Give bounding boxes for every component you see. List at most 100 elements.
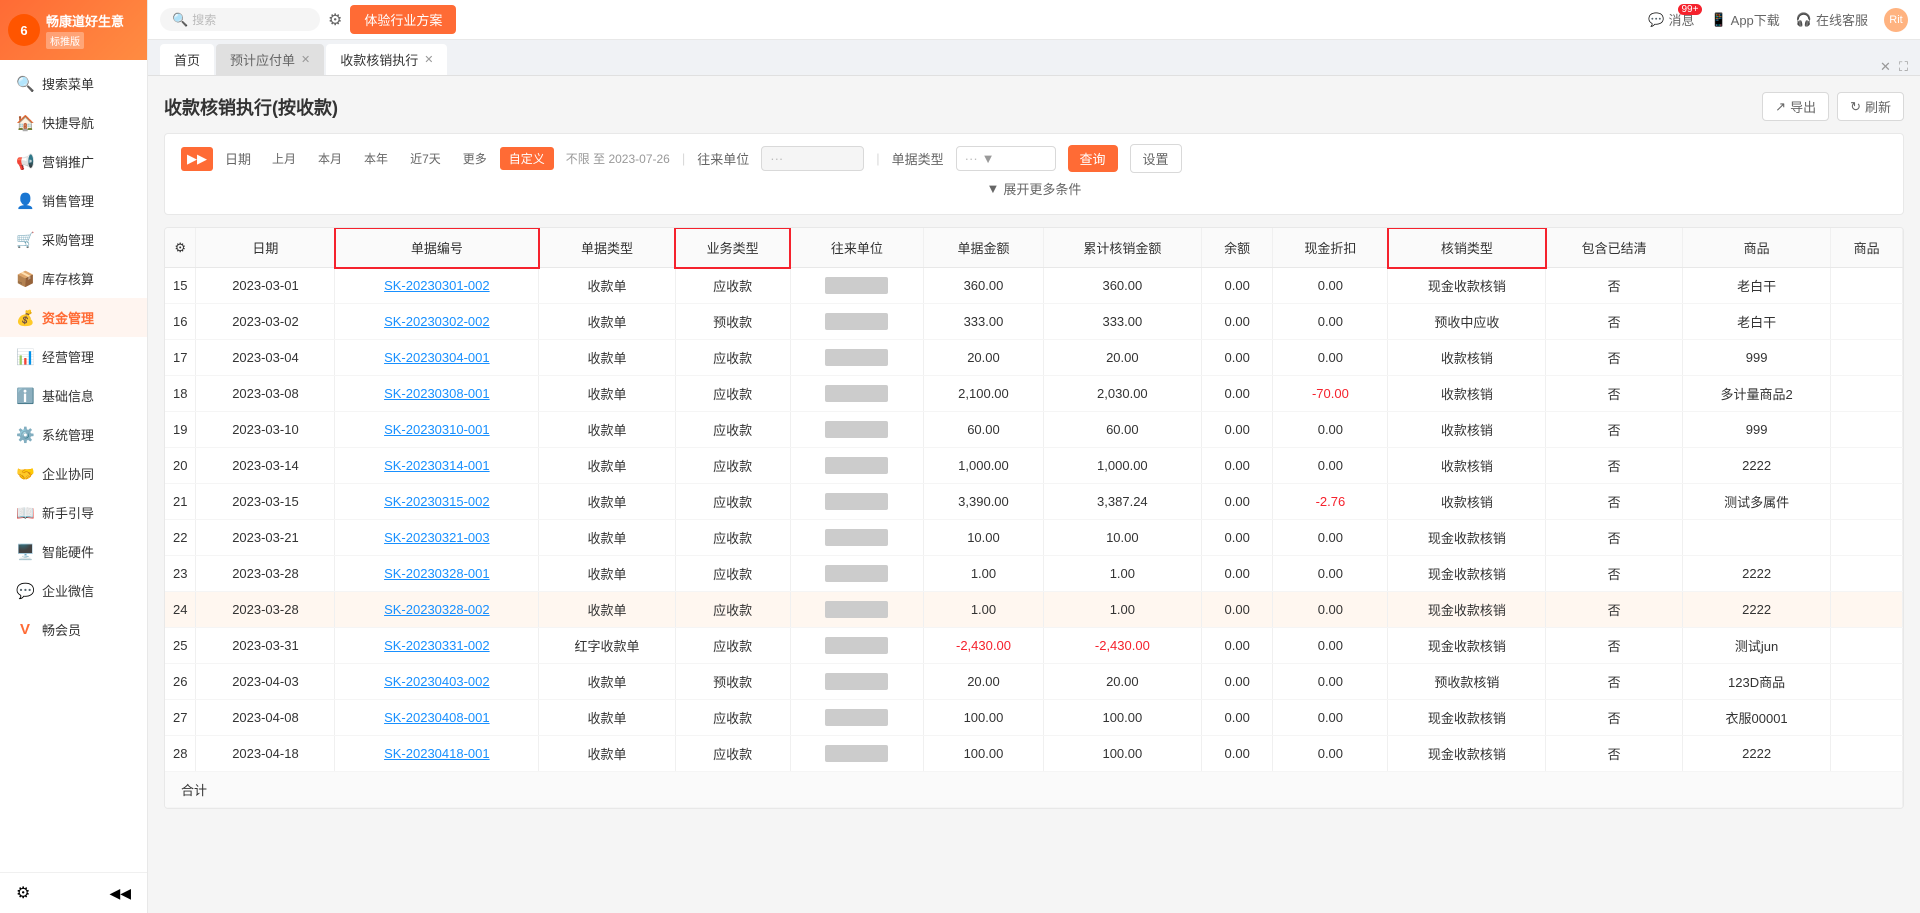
cell-no: 22 bbox=[165, 520, 196, 556]
cell-biz-type: 应收款 bbox=[675, 340, 790, 376]
app-download-button[interactable]: 📱 App下载 bbox=[1710, 10, 1779, 29]
cell-bill-no[interactable]: SK-20230302-002 bbox=[335, 304, 539, 340]
tab-close-prepayment[interactable]: ✕ bbox=[301, 53, 310, 66]
cell-bill-no[interactable]: SK-20230321-003 bbox=[335, 520, 539, 556]
cell-bill-no[interactable]: SK-20230328-002 bbox=[335, 592, 539, 628]
export-button[interactable]: ↗ 导出 bbox=[1762, 92, 1829, 121]
cell-bill-no[interactable]: SK-20230403-002 bbox=[335, 664, 539, 700]
query-button[interactable]: 查询 bbox=[1068, 145, 1118, 172]
cell-biz-type: 应收款 bbox=[675, 700, 790, 736]
sidebar-collapse-icon[interactable]: ◀◀ bbox=[109, 885, 131, 902]
expand-icon: ▼ bbox=[987, 181, 1000, 196]
col-amount: 单据金额 bbox=[924, 228, 1044, 268]
date-btn-7days[interactable]: 近7天 bbox=[401, 147, 450, 170]
cell-bill-type: 收款单 bbox=[539, 268, 675, 304]
refresh-icon: ↻ bbox=[1850, 99, 1861, 115]
cell-date: 2023-04-08 bbox=[196, 700, 335, 736]
settings-button[interactable]: 设置 bbox=[1130, 144, 1182, 173]
col-bill-no: 单据编号 bbox=[335, 228, 539, 268]
col-balance: 余额 bbox=[1201, 228, 1273, 268]
tab-collection[interactable]: 收款核销执行 ✕ bbox=[326, 44, 447, 75]
col-included: 包含已结清 bbox=[1546, 228, 1682, 268]
date-btn-this-year[interactable]: 本年 bbox=[355, 147, 397, 170]
cell-bill-no[interactable]: SK-20230314-001 bbox=[335, 448, 539, 484]
sidebar-item-inventory[interactable]: 📦 库存核算 bbox=[0, 259, 147, 298]
cell-included: 否 bbox=[1546, 484, 1682, 520]
cell-partner: ██████ bbox=[790, 592, 924, 628]
cell-bill-no[interactable]: SK-20230331-002 bbox=[335, 628, 539, 664]
date-quick-btns: 上月 本月 本年 近7天 更多 自定义 bbox=[263, 147, 554, 170]
sidebar-item-search[interactable]: 🔍 搜索菜单 bbox=[0, 64, 147, 103]
online-service-button[interactable]: 🎧 在线客服 bbox=[1796, 10, 1868, 29]
bill-type-select[interactable]: ··· ▼ bbox=[956, 146, 1056, 171]
cell-bill-no[interactable]: SK-20230308-001 bbox=[335, 376, 539, 412]
cell-bill-no[interactable]: SK-20230328-001 bbox=[335, 556, 539, 592]
cell-included: 否 bbox=[1546, 376, 1682, 412]
refresh-button[interactable]: ↻ 刷新 bbox=[1837, 92, 1904, 121]
message-button[interactable]: 💬 消息 99+ bbox=[1648, 10, 1694, 29]
sidebar-item-finance[interactable]: 💰 资金管理 bbox=[0, 298, 147, 337]
cell-product2 bbox=[1831, 628, 1903, 664]
sidebar-item-wechat[interactable]: 💬 企业微信 bbox=[0, 571, 147, 610]
cell-no: 21 bbox=[165, 484, 196, 520]
cell-bill-no[interactable]: SK-20230310-001 bbox=[335, 412, 539, 448]
partner-input[interactable]: ··· bbox=[761, 146, 864, 171]
table-row: 172023-03-04SK-20230304-001收款单应收款██████2… bbox=[165, 340, 1903, 376]
sidebar-item-system[interactable]: ⚙️ 系统管理 bbox=[0, 415, 147, 454]
cell-product1: 老白干 bbox=[1682, 268, 1830, 304]
cell-amount: 100.00 bbox=[924, 736, 1044, 772]
cell-bill-no[interactable]: SK-20230304-001 bbox=[335, 340, 539, 376]
logo-icon: 6 bbox=[8, 14, 40, 46]
cell-bill-no[interactable]: SK-20230315-002 bbox=[335, 484, 539, 520]
cell-balance: 0.00 bbox=[1201, 520, 1273, 556]
cell-no: 28 bbox=[165, 736, 196, 772]
cell-bill-no[interactable]: SK-20230408-001 bbox=[335, 700, 539, 736]
settings-icon[interactable]: ⚙ bbox=[328, 10, 342, 30]
export-icon: ↗ bbox=[1775, 99, 1786, 115]
sidebar-item-enterprise[interactable]: 🤝 企业协同 bbox=[0, 454, 147, 493]
date-btn-custom[interactable]: 自定义 bbox=[500, 147, 554, 170]
date-btn-this-month[interactable]: 本月 bbox=[309, 147, 351, 170]
cell-bill-no[interactable]: SK-20230418-001 bbox=[335, 736, 539, 772]
sidebar-item-purchase[interactable]: 🛒 采购管理 bbox=[0, 220, 147, 259]
filter-toggle-icon[interactable]: ▶▶ bbox=[181, 147, 213, 171]
cell-bill-type: 收款单 bbox=[539, 484, 675, 520]
topbar-search-box[interactable]: 🔍 搜索 bbox=[160, 8, 320, 31]
sidebar-item-sales[interactable]: 👤 销售管理 bbox=[0, 181, 147, 220]
cell-date: 2023-03-15 bbox=[196, 484, 335, 520]
cell-bill-no[interactable]: SK-20230301-002 bbox=[335, 268, 539, 304]
cell-included: 否 bbox=[1546, 340, 1682, 376]
sidebar-item-marketing[interactable]: 📢 营销推广 bbox=[0, 142, 147, 181]
filter-panel: ▶▶ 日期 上月 本月 本年 近7天 更多 自定义 不限 至 2023-07-2… bbox=[164, 133, 1904, 215]
cell-verify-type: 收款核销 bbox=[1388, 340, 1546, 376]
cell-product1: 老白干 bbox=[1682, 304, 1830, 340]
sidebar-item-operation[interactable]: 📊 经营管理 bbox=[0, 337, 147, 376]
cell-partner: ██████ bbox=[790, 556, 924, 592]
cell-verified: 10.00 bbox=[1043, 520, 1201, 556]
footer-settings-icon[interactable]: ⚙ bbox=[16, 883, 30, 903]
cell-date: 2023-03-21 bbox=[196, 520, 335, 556]
cell-balance: 0.00 bbox=[1201, 484, 1273, 520]
sidebar-item-hardware[interactable]: 🖥️ 智能硬件 bbox=[0, 532, 147, 571]
sidebar-item-guide[interactable]: 📖 新手引导 bbox=[0, 493, 147, 532]
cell-cash-discount: -2.76 bbox=[1273, 484, 1388, 520]
tab-prepayment[interactable]: 预计应付单 ✕ bbox=[216, 44, 324, 75]
date-btn-last-month[interactable]: 上月 bbox=[263, 147, 305, 170]
cell-bill-type: 收款单 bbox=[539, 736, 675, 772]
sidebar-item-quick-nav[interactable]: 🏠 快捷导航 bbox=[0, 103, 147, 142]
cell-included: 否 bbox=[1546, 736, 1682, 772]
tab-close-window-icon[interactable]: ✕ bbox=[1880, 59, 1891, 75]
tab-home[interactable]: 首页 bbox=[160, 44, 214, 75]
cell-verified: 100.00 bbox=[1043, 736, 1201, 772]
col-settings[interactable]: ⚙ bbox=[165, 228, 196, 268]
avatar[interactable]: Rit bbox=[1884, 8, 1908, 32]
cell-balance: 0.00 bbox=[1201, 448, 1273, 484]
tab-close-collection[interactable]: ✕ bbox=[424, 53, 433, 66]
cell-verify-type: 现金收款核销 bbox=[1388, 520, 1546, 556]
tab-expand-icon[interactable]: ⛶ bbox=[1899, 59, 1908, 75]
sidebar-item-basic[interactable]: ℹ️ 基础信息 bbox=[0, 376, 147, 415]
expand-more-btn[interactable]: ▼ 展开更多条件 bbox=[187, 179, 1881, 198]
industry-solution-button[interactable]: 体验行业方案 bbox=[350, 5, 456, 34]
sidebar-item-member[interactable]: V 畅会员 bbox=[0, 610, 147, 649]
date-btn-more[interactable]: 更多 bbox=[454, 147, 496, 170]
